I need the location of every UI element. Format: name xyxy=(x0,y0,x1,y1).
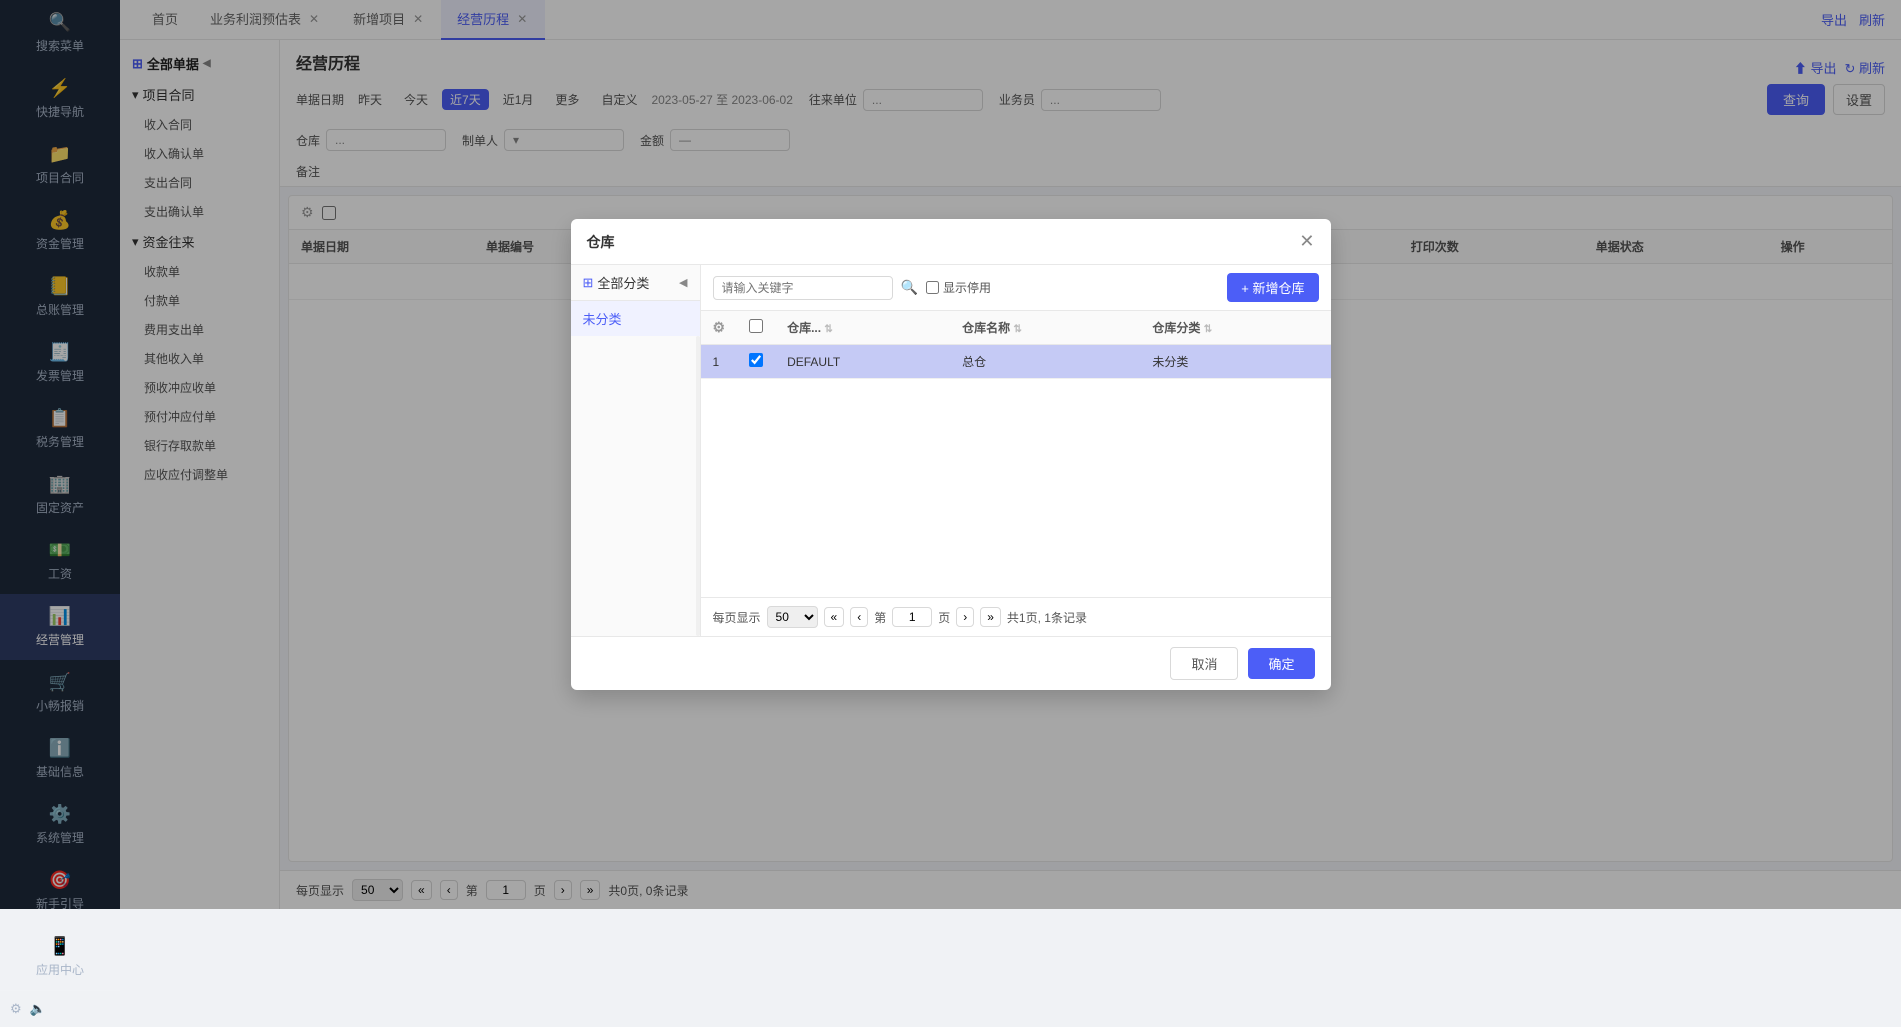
modal-per-page-select[interactable]: 50 100 xyxy=(767,606,818,628)
appcenter-icon: 📱 xyxy=(49,936,71,957)
modal-col-name: 仓库名称 ⇅ xyxy=(950,311,1140,345)
modal-cancel-btn[interactable]: 取消 xyxy=(1170,647,1238,680)
modal-select-all[interactable] xyxy=(749,319,763,333)
category-sort-icon[interactable]: ⇅ xyxy=(1204,324,1212,335)
modal-sidebar: ⊞ 全部分类 ◀ 未分类 xyxy=(571,265,701,636)
sidebar-item-appcenter[interactable]: 📱 应用中心 xyxy=(0,924,120,990)
modal-main: 🔍 显示停用 + 新增仓库 ⚙ xyxy=(701,265,1331,636)
collapse-modal-sidebar-icon[interactable]: ◀ xyxy=(679,276,687,289)
modal-table-area: ⚙ 仓库... ⇅ 仓库名称 xyxy=(701,311,1331,597)
modal-pagination: 每页显示 50 100 « ‹ 第 页 › » 共1页, 1条记录 xyxy=(701,597,1331,636)
modal-last-page-btn[interactable]: » xyxy=(980,607,1001,627)
modal-overlay: 仓库 ✕ ⊞ 全部分类 ◀ 未分类 xyxy=(0,0,1901,909)
modal-first-page-btn[interactable]: « xyxy=(824,607,845,627)
modal-row-seq: 1 xyxy=(701,345,738,379)
modal-row-code: DEFAULT xyxy=(775,345,950,379)
modal-sidebar-item-label: 未分类 xyxy=(583,309,622,328)
modal-sidebar-header-label: 全部分类 xyxy=(597,273,649,292)
modal-total-records: 共1页, 1条记录 xyxy=(1007,609,1087,626)
grid-icon2: ⊞ xyxy=(583,275,594,291)
modal-row-check[interactable] xyxy=(749,353,763,367)
modal-col-gear: ⚙ xyxy=(701,311,738,345)
modal-table-gear-icon[interactable]: ⚙ xyxy=(713,319,726,335)
sidebar-item-label: 应用中心 xyxy=(36,961,84,978)
modal-row-category: 未分类 xyxy=(1140,345,1330,379)
modal-table: ⚙ 仓库... ⇅ 仓库名称 xyxy=(701,311,1331,379)
modal-body: ⊞ 全部分类 ◀ 未分类 🔍 xyxy=(571,265,1331,636)
modal-page-input[interactable] xyxy=(892,607,932,627)
name-sort-icon[interactable]: ⇅ xyxy=(1014,324,1022,335)
show-disabled-label[interactable]: 显示停用 xyxy=(926,279,991,296)
modal-search-input[interactable] xyxy=(713,276,893,300)
modal-title: 仓库 xyxy=(587,232,615,252)
modal-close-btn[interactable]: ✕ xyxy=(1299,231,1314,252)
modal-page-prefix: 第 xyxy=(874,609,886,626)
modal-col-checkbox xyxy=(737,311,775,345)
modal-row-name: 总仓 xyxy=(950,345,1140,379)
modal-confirm-btn[interactable]: 确定 xyxy=(1248,648,1314,679)
modal-row-checkbox xyxy=(737,345,775,379)
modal-col-category: 仓库分类 ⇅ xyxy=(1140,311,1330,345)
modal-header: 仓库 ✕ xyxy=(571,219,1331,265)
settings-icon[interactable]: ⚙ xyxy=(10,1001,22,1017)
add-warehouse-btn[interactable]: + 新增仓库 xyxy=(1227,273,1318,302)
sidebar-bottom: ⚙ 🔈 xyxy=(0,990,120,1027)
modal-col-code: 仓库... ⇅ xyxy=(775,311,950,345)
modal-search-btn[interactable]: 🔍 xyxy=(901,279,918,296)
show-disabled-checkbox[interactable] xyxy=(926,281,939,294)
modal-sidebar-item-uncategorized[interactable]: 未分类 xyxy=(571,301,700,336)
modal-prev-page-btn[interactable]: ‹ xyxy=(850,607,868,627)
modal-next-page-btn[interactable]: › xyxy=(956,607,974,627)
code-sort-icon[interactable]: ⇅ xyxy=(824,324,832,335)
modal-per-page-label: 每页显示 xyxy=(713,609,761,626)
modal-footer-actions: 取消 确定 xyxy=(571,636,1331,690)
modal-table-row[interactable]: 1 DEFAULT 总仓 未分类 xyxy=(701,345,1331,379)
volume-icon[interactable]: 🔈 xyxy=(30,1001,46,1017)
warehouse-modal: 仓库 ✕ ⊞ 全部分类 ◀ 未分类 xyxy=(571,219,1331,690)
modal-sidebar-header[interactable]: ⊞ 全部分类 ◀ xyxy=(571,265,700,301)
modal-toolbar: 🔍 显示停用 + 新增仓库 xyxy=(701,265,1331,311)
modal-page-label: 页 xyxy=(938,609,950,626)
